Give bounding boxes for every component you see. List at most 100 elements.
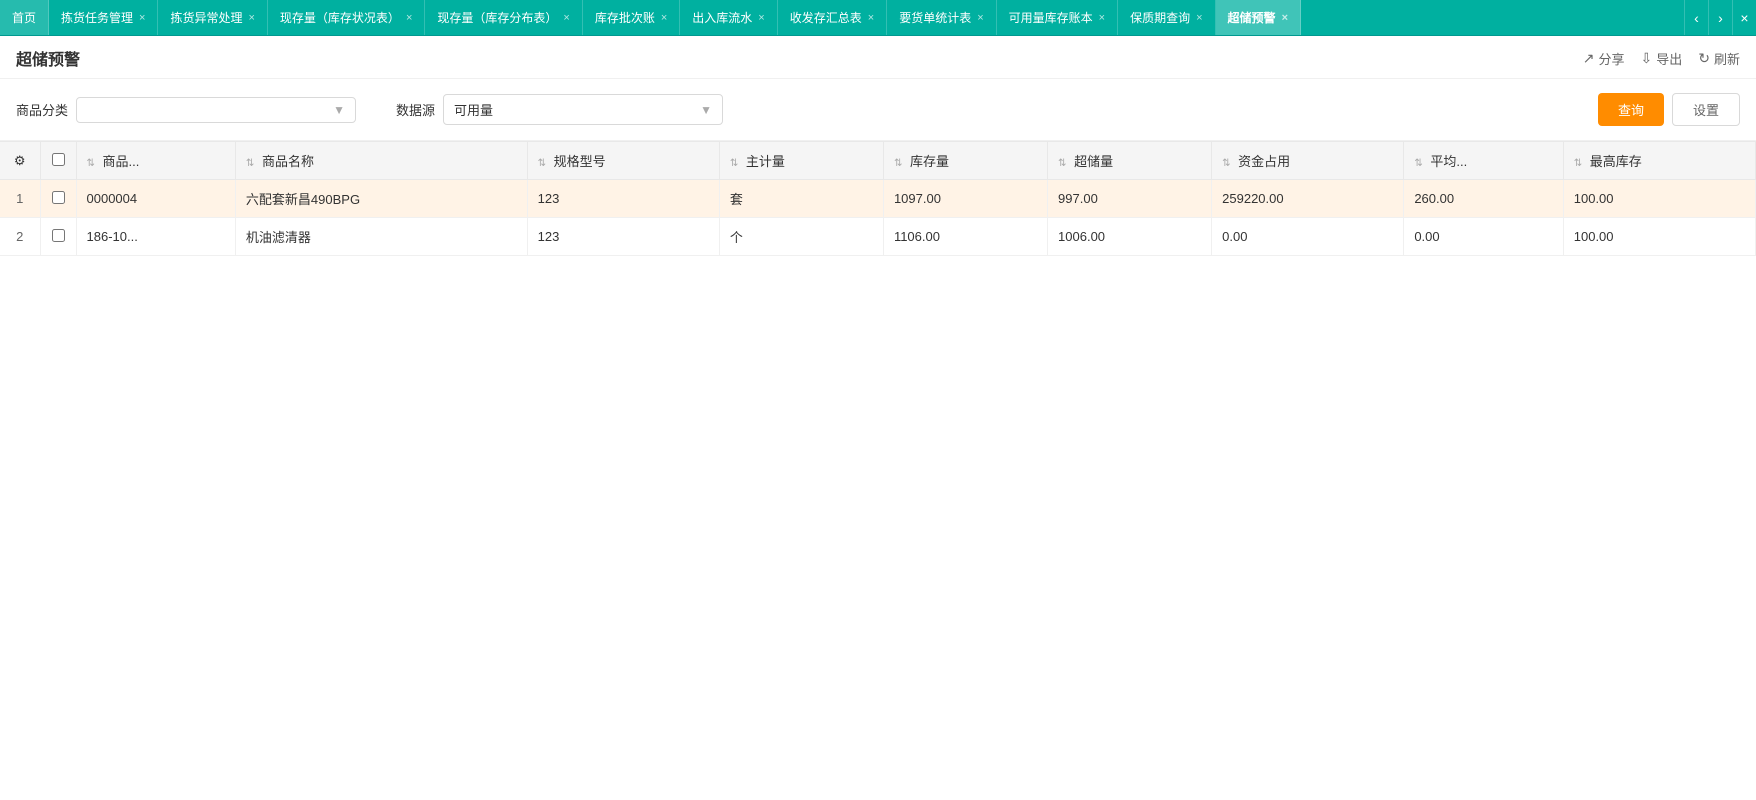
datasource-filter-group: 数据源 可用量 ▼ [396,94,723,125]
nav-close-overstock-warning[interactable]: × [1282,12,1288,24]
row-checkbox-1[interactable] [52,229,65,242]
sort-arrows-max-stock: ⇅ [1574,158,1582,169]
cell-unit-0: 套 [719,180,883,218]
page-content: 超储预警 ↗ 分享 ⇩ 导出 ↻ 刷新 商品分类 ▼ 数据源 [0,36,1756,800]
th-avg[interactable]: ⇅ 平均... [1404,142,1563,180]
share-label: 分享 [1598,49,1624,68]
th-settings[interactable]: ⚙ [0,142,40,180]
nav-close-order-stats[interactable]: × [977,12,983,24]
datasource-select-value: 可用量 [454,100,493,119]
category-filter-group: 商品分类 ▼ [16,97,356,123]
sort-arrows-product-name: ⇅ [246,158,254,169]
datasource-select[interactable]: 可用量 ▼ [443,94,723,125]
th-capital-used-label: 资金占用 [1238,154,1290,169]
nav-item-overstock-warning[interactable]: 超储预警 × [1216,0,1301,35]
nav-arrow-left[interactable]: ‹ [1684,0,1708,36]
sort-arrows-stock-qty: ⇅ [894,158,902,169]
nav-label-quality-check: 保质期查询 [1130,9,1190,26]
nav-label-overstock-warning: 超储预警 [1228,9,1276,26]
nav-item-abnormal[interactable]: 拣货异常处理 × [158,0,267,35]
th-max-stock[interactable]: ⇅ 最高库存 [1563,142,1755,180]
nav-close-task-mgmt[interactable]: × [139,12,145,24]
share-action[interactable]: ↗ 分享 [1583,49,1625,68]
table-container: ⚙ ⇅ 商品... ⇅ 商品名称 ⇅ 规格型号 [0,141,1756,256]
th-product-name[interactable]: ⇅ 商品名称 [235,142,527,180]
nav-close-stock-dist[interactable]: × [563,12,569,24]
refresh-icon: ↻ [1698,50,1710,67]
nav-close-batch-account[interactable]: × [661,12,667,24]
th-spec[interactable]: ⇅ 规格型号 [527,142,719,180]
nav-item-home[interactable]: 首页 [0,0,49,35]
nav-item-stock-status[interactable]: 现存量（库存状况表） × [268,0,425,35]
nav-close-quality-check[interactable]: × [1196,12,1202,24]
settings-button[interactable]: 设置 [1672,93,1740,126]
sort-arrows-capital-used: ⇅ [1222,158,1230,169]
nav-item-quality-check[interactable]: 保质期查询 × [1118,0,1215,35]
th-capital-used[interactable]: ⇅ 资金占用 [1212,142,1404,180]
cell-capital-used-1: 0.00 [1212,218,1404,256]
query-button[interactable]: 查询 [1598,93,1664,126]
nav-label-stock-status: 现存量（库存状况表） [280,9,400,26]
sort-arrows-overstock-qty: ⇅ [1058,158,1066,169]
table-row: 1 0000004 六配套新昌490BPG 123 套 1097.00 997.… [0,180,1756,218]
th-overstock-qty[interactable]: ⇅ 超储量 [1048,142,1212,180]
filter-actions: 查询 设置 [1598,93,1740,126]
nav-close-collect-summary[interactable]: × [868,12,874,24]
th-stock-qty[interactable]: ⇅ 库存量 [883,142,1047,180]
cell-avg-1: 0.00 [1404,218,1563,256]
cell-stock-qty-1: 1106.00 [883,218,1047,256]
category-select[interactable]: ▼ [76,97,356,123]
row-checkbox-0[interactable] [52,191,65,204]
row-num-1: 2 [0,218,40,256]
cell-max-stock-1: 100.00 [1563,218,1755,256]
row-checkbox-cell-1 [40,218,76,256]
data-table: ⚙ ⇅ 商品... ⇅ 商品名称 ⇅ 规格型号 [0,141,1756,256]
datasource-filter-label: 数据源 [396,100,435,119]
th-spec-label: 规格型号 [554,154,606,169]
nav-item-stock-dist[interactable]: 现存量（库存分布表） × [425,0,582,35]
nav-item-task-mgmt[interactable]: 拣货任务管理 × [49,0,158,35]
cell-product-name-0: 六配套新昌490BPG [235,180,527,218]
row-num-0: 1 [0,180,40,218]
page-header: 超储预警 ↗ 分享 ⇩ 导出 ↻ 刷新 [0,36,1756,79]
table-row: 2 186-10... 机油滤清器 123 个 1106.00 1006.00 … [0,218,1756,256]
nav-label-batch-account: 库存批次账 [595,9,655,26]
th-product-code-label: 商品... [103,154,140,169]
th-checkbox [40,142,76,180]
th-overstock-qty-label: 超储量 [1074,154,1113,169]
nav-item-order-stats[interactable]: 要货单统计表 × [887,0,996,35]
filter-area: 商品分类 ▼ 数据源 可用量 ▼ 查询 设置 [0,79,1756,141]
cell-unit-1: 个 [719,218,883,256]
nav-close-in-out-flow[interactable]: × [758,12,764,24]
nav-label-in-out-flow: 出入库流水 [692,9,752,26]
nav-close-stock-status[interactable]: × [406,12,412,24]
header-actions: ↗ 分享 ⇩ 导出 ↻ 刷新 [1583,49,1740,68]
nav-arrows: ‹ › × [1684,0,1756,36]
nav-close-abnormal[interactable]: × [248,12,254,24]
export-action[interactable]: ⇩ 导出 [1641,49,1683,68]
select-all-checkbox[interactable] [52,153,65,166]
refresh-action[interactable]: ↻ 刷新 [1698,49,1740,68]
nav-item-available-stock[interactable]: 可用量库存账本 × [997,0,1118,35]
th-avg-label: 平均... [1430,154,1467,169]
nav-item-collect-summary[interactable]: 收发存汇总表 × [778,0,887,35]
th-unit[interactable]: ⇅ 主计量 [719,142,883,180]
top-nav: 首页 拣货任务管理 × 拣货异常处理 × 现存量（库存状况表） × 现存量（库存… [0,0,1756,36]
th-stock-qty-label: 库存量 [910,154,949,169]
sort-arrows-avg: ⇅ [1414,158,1422,169]
share-icon: ↗ [1583,50,1595,67]
cell-product-name-1: 机油滤清器 [235,218,527,256]
th-product-code[interactable]: ⇅ 商品... [76,142,235,180]
nav-arrow-right[interactable]: › [1708,0,1732,36]
nav-close-available-stock[interactable]: × [1099,12,1105,24]
nav-label-home: 首页 [12,9,36,26]
sort-arrows-unit: ⇅ [730,158,738,169]
nav-item-in-out-flow[interactable]: 出入库流水 × [680,0,777,35]
cell-capital-used-0: 259220.00 [1212,180,1404,218]
cell-avg-0: 260.00 [1404,180,1563,218]
nav-arrow-close[interactable]: × [1732,0,1756,36]
category-dropdown-arrow: ▼ [333,103,345,117]
nav-item-batch-account[interactable]: 库存批次账 × [583,0,680,35]
cell-spec-1: 123 [527,218,719,256]
cell-max-stock-0: 100.00 [1563,180,1755,218]
